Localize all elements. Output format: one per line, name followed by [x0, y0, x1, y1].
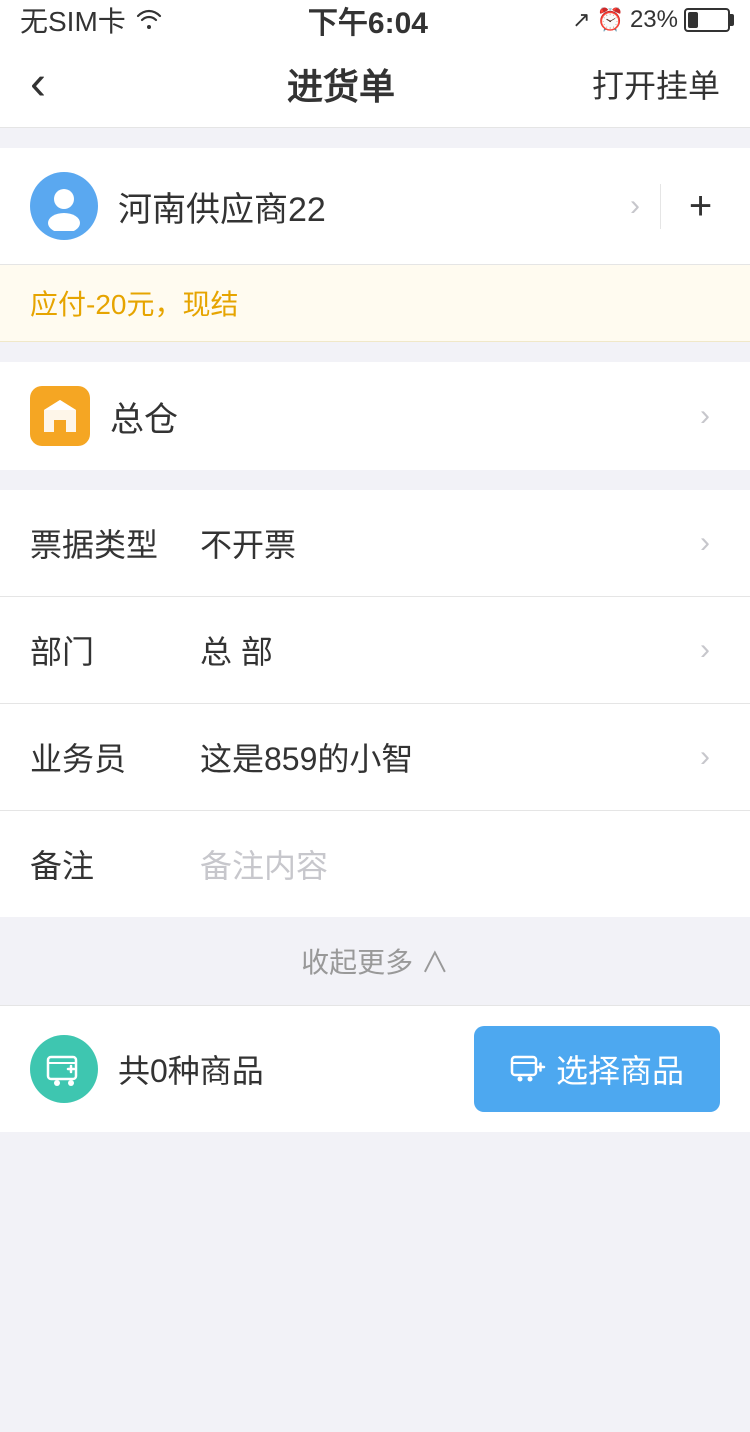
- department-value: 总 部: [200, 627, 700, 673]
- warehouse-icon: [30, 386, 90, 446]
- warehouse-name: 总仓: [110, 392, 700, 441]
- page-title: 进货单: [287, 58, 395, 110]
- supplier-avatar: [30, 172, 98, 240]
- salesperson-value: 这是859的小智: [200, 734, 700, 780]
- nav-bar: ‹ 进货单 打开挂单: [0, 40, 750, 128]
- warehouse-chevron-icon: ›: [700, 399, 710, 433]
- supplier-row[interactable]: 河南供应商22 › +: [0, 148, 750, 265]
- divider-1: [0, 128, 750, 148]
- select-product-label: 选择商品: [556, 1046, 684, 1092]
- divider-2: [0, 342, 750, 362]
- select-product-icon: [510, 1051, 546, 1087]
- product-count: 共0种商品: [118, 1046, 454, 1092]
- invoice-type-row[interactable]: 票据类型 不开票 ›: [0, 490, 750, 596]
- warehouse-section: 总仓 ›: [0, 362, 750, 470]
- status-bar: 无SIM卡 下午6:04 ↗ ⏰ 23%: [0, 0, 750, 40]
- divider-3: [0, 470, 750, 490]
- notice-bar: 应付-20元，现结: [0, 265, 750, 342]
- salesperson-chevron: ›: [700, 740, 710, 774]
- open-pending-button[interactable]: 打开挂单: [592, 61, 720, 107]
- page-fill: [0, 1132, 750, 1432]
- invoice-type-label: 票据类型: [30, 520, 170, 566]
- invoice-type-value: 不开票: [200, 520, 700, 566]
- bottom-bar: 共0种商品 选择商品: [0, 1005, 750, 1132]
- supplier-name: 河南供应商22: [118, 182, 630, 231]
- collapse-row[interactable]: 收起更多 ∧: [0, 917, 750, 1005]
- back-button[interactable]: ‹: [30, 56, 90, 111]
- select-product-button[interactable]: 选择商品: [474, 1026, 720, 1112]
- cart-icon: [44, 1049, 84, 1089]
- cart-icon-wrap: [30, 1035, 98, 1103]
- wifi-icon: [134, 4, 164, 36]
- collapse-label: 收起更多 ∧: [301, 941, 449, 981]
- location-icon: ↗: [572, 7, 590, 33]
- salesperson-label: 业务员: [30, 734, 170, 780]
- remark-input[interactable]: 备注内容: [200, 841, 720, 887]
- department-row[interactable]: 部门 总 部 ›: [0, 596, 750, 703]
- notice-text: 应付-20元，现结: [30, 289, 238, 320]
- add-button[interactable]: +: [660, 184, 720, 229]
- salesperson-row[interactable]: 业务员 这是859的小智 ›: [0, 703, 750, 810]
- supplier-section: 河南供应商22 › + 应付-20元，现结: [0, 148, 750, 342]
- status-time: 下午6:04: [308, 0, 428, 42]
- alarm-icon: ⏰: [597, 7, 624, 33]
- remark-label: 备注: [30, 841, 170, 887]
- chevron-right-icon: ›: [630, 189, 640, 223]
- battery-label: 23%: [630, 6, 678, 34]
- form-section: 票据类型 不开票 › 部门 总 部 › 业务员 这是859的小智 › 备注 备注…: [0, 490, 750, 917]
- carrier-label: 无SIM卡: [20, 0, 126, 40]
- status-right: ↗ ⏰ 23%: [572, 6, 730, 34]
- battery-icon: [684, 8, 730, 32]
- department-chevron: ›: [700, 633, 710, 667]
- remark-row[interactable]: 备注 备注内容: [0, 810, 750, 917]
- department-label: 部门: [30, 627, 170, 673]
- status-left: 无SIM卡: [20, 0, 164, 40]
- invoice-type-chevron: ›: [700, 526, 710, 560]
- warehouse-row[interactable]: 总仓 ›: [0, 362, 750, 470]
